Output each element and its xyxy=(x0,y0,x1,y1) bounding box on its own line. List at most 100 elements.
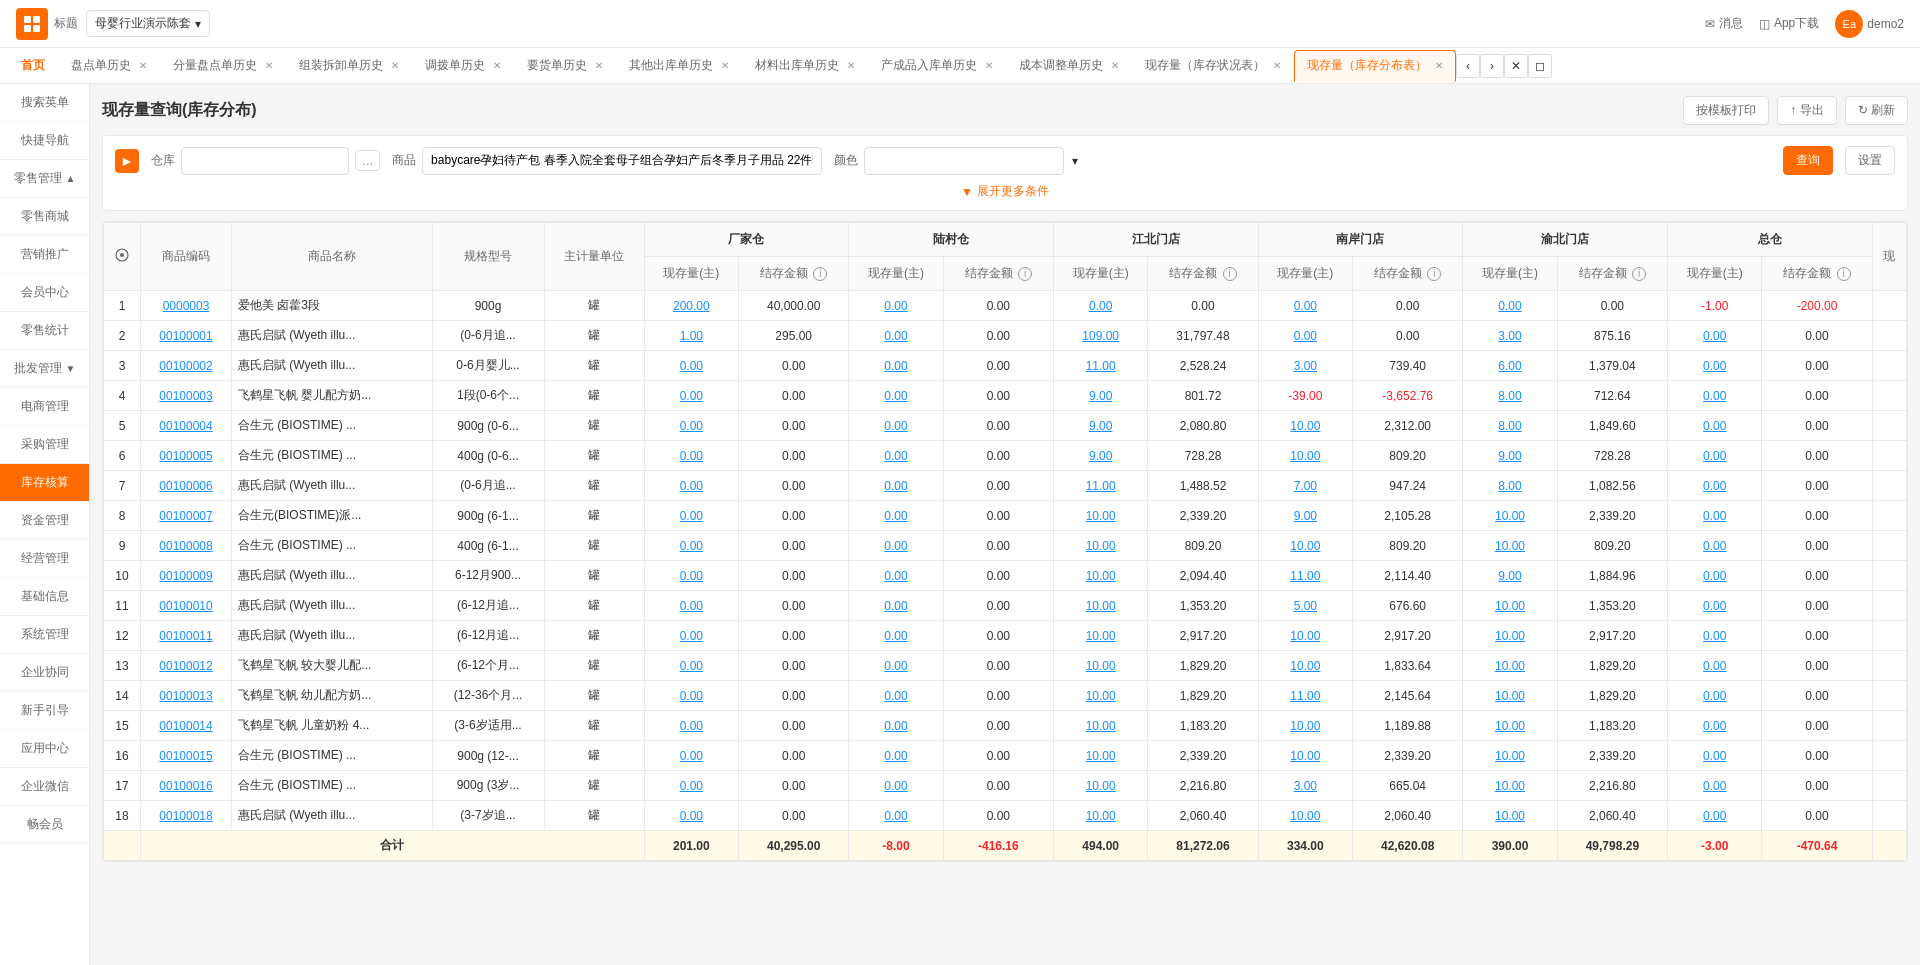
tab-close-icon[interactable]: ✕ xyxy=(265,60,273,71)
cell-value[interactable]: 0.00 xyxy=(644,591,739,621)
cell-value[interactable]: 0.00 xyxy=(1667,471,1762,501)
cell-value[interactable]: 0.00 xyxy=(1667,591,1762,621)
cell-value[interactable]: 200.00 xyxy=(644,291,739,321)
cell-value[interactable]: 10.00 xyxy=(1258,621,1353,651)
cell-value[interactable]: 109.00 xyxy=(1053,321,1148,351)
cell-value[interactable]: 0.00 xyxy=(644,351,739,381)
cell-value[interactable]: 0.00 xyxy=(644,561,739,591)
cell-value[interactable]: 0.00 xyxy=(644,741,739,771)
cell-value[interactable]: 0.00 xyxy=(1667,321,1762,351)
cell-value[interactable]: 0.00 xyxy=(1667,501,1762,531)
cell-value[interactable]: 0.00 xyxy=(849,531,944,561)
cell-value[interactable]: 0.00 xyxy=(1667,351,1762,381)
tab-other-out[interactable]: 其他出库单历史 ✕ xyxy=(616,50,742,82)
cell-value[interactable]: 0.00 xyxy=(849,741,944,771)
sidebar-item-enterprise-collab[interactable]: 企业协同 xyxy=(0,654,89,692)
cell-value[interactable]: 10.00 xyxy=(1258,711,1353,741)
cell-value[interactable]: 10.00 xyxy=(1463,801,1558,831)
cell-value[interactable]: 10.00 xyxy=(1053,621,1148,651)
cell-value[interactable]: 10.00 xyxy=(1053,681,1148,711)
cell-value[interactable]: 10.00 xyxy=(1258,441,1353,471)
cell-value[interactable]: 0.00 xyxy=(849,411,944,441)
sidebar-item-basic-info[interactable]: 基础信息 xyxy=(0,578,89,616)
nanan-amt-info-icon[interactable]: i xyxy=(1427,267,1441,281)
settings-button[interactable]: 设置 xyxy=(1845,146,1895,175)
app-download-item[interactable]: ◫ App下载 xyxy=(1759,15,1819,32)
cell-value[interactable]: 10.00 xyxy=(1463,591,1558,621)
cell-value[interactable]: 10.00 xyxy=(1053,651,1148,681)
cell-value[interactable]: 0.00 xyxy=(849,501,944,531)
cell-value[interactable]: 0.00 xyxy=(644,381,739,411)
tab-expand-btn[interactable]: ◻ xyxy=(1528,54,1552,78)
cell-value[interactable]: 0.00 xyxy=(849,651,944,681)
th-settings[interactable] xyxy=(104,223,141,291)
tab-close-icon[interactable]: ✕ xyxy=(985,60,993,71)
cell-value[interactable]: 0.00 xyxy=(849,291,944,321)
color-input[interactable] xyxy=(864,147,1064,175)
tab-close-icon[interactable]: ✕ xyxy=(493,60,501,71)
sidebar-item-search-hero[interactable]: 搜索英单 xyxy=(0,84,89,122)
tab-close-icon[interactable]: ✕ xyxy=(1111,60,1119,71)
cell-value[interactable]: 10.00 xyxy=(1053,591,1148,621)
cell-value[interactable]: 0.00 xyxy=(1667,771,1762,801)
tab-next-btn[interactable]: › xyxy=(1480,54,1504,78)
cell-value[interactable]: 0.00 xyxy=(644,621,739,651)
cell-value[interactable]: 0.00 xyxy=(1667,681,1762,711)
sidebar-item-wholesale-mgmt[interactable]: 批发管理 ▼ xyxy=(0,350,89,388)
cell-value[interactable]: 0.00 xyxy=(1667,381,1762,411)
query-button[interactable]: 查询 xyxy=(1783,146,1833,175)
cell-value[interactable]: 9.00 xyxy=(1258,501,1353,531)
tab-close-icon[interactable]: ✕ xyxy=(1273,60,1281,71)
cell-value[interactable]: 10.00 xyxy=(1463,621,1558,651)
cell-value[interactable]: 0.00 xyxy=(1667,741,1762,771)
cell-value[interactable]: 10.00 xyxy=(1463,501,1558,531)
sidebar-item-retail-stats[interactable]: 零售统计 xyxy=(0,312,89,350)
tab-close-icon[interactable]: ✕ xyxy=(1435,60,1443,71)
tab-combo[interactable]: 组装拆卸单历史 ✕ xyxy=(286,50,412,82)
cell-value[interactable]: 0.00 xyxy=(849,561,944,591)
sidebar-item-enterprise-wechat[interactable]: 企业微信 xyxy=(0,768,89,806)
tab-close-all-btn[interactable]: ✕ xyxy=(1504,54,1528,78)
cell-value[interactable]: 6.00 xyxy=(1463,351,1558,381)
cell-value[interactable]: 9.00 xyxy=(1053,411,1148,441)
cell-value[interactable]: 8.00 xyxy=(1463,381,1558,411)
cell-value[interactable]: 0.00 xyxy=(1463,291,1558,321)
cell-value[interactable]: 10.00 xyxy=(1053,801,1148,831)
cell-value[interactable]: 5.00 xyxy=(1258,591,1353,621)
cell-value[interactable]: 0.00 xyxy=(849,471,944,501)
tab-requisition[interactable]: 要货单历史 ✕ xyxy=(514,50,616,82)
tab-home[interactable]: 首页 xyxy=(8,50,58,82)
cell-value[interactable]: 0.00 xyxy=(849,711,944,741)
message-item[interactable]: ✉ 消息 xyxy=(1705,15,1743,32)
brand-select[interactable]: 母婴行业演示陈套 ▾ xyxy=(86,10,210,37)
cell-value[interactable]: 10.00 xyxy=(1258,411,1353,441)
cell-value[interactable]: 10.00 xyxy=(1258,651,1353,681)
cell-value[interactable]: 0.00 xyxy=(849,621,944,651)
tab-transfer[interactable]: 调拨单历史 ✕ xyxy=(412,50,514,82)
product-input[interactable] xyxy=(422,147,822,175)
cell-value[interactable]: -39.00 xyxy=(1258,381,1353,411)
tab-prev-btn[interactable]: ‹ xyxy=(1456,54,1480,78)
cell-value[interactable]: 9.00 xyxy=(1053,441,1148,471)
cell-value[interactable]: 0.00 xyxy=(644,771,739,801)
cell-value[interactable]: 10.00 xyxy=(1053,501,1148,531)
sidebar-item-member-center[interactable]: 会员中心 xyxy=(0,274,89,312)
export-button[interactable]: ↑ 导出 xyxy=(1777,96,1836,125)
tab-close-icon[interactable]: ✕ xyxy=(595,60,603,71)
cell-value[interactable]: 0.00 xyxy=(849,351,944,381)
factory-amt-info-icon[interactable]: i xyxy=(813,267,827,281)
cell-value[interactable]: 9.00 xyxy=(1053,381,1148,411)
cell-value[interactable]: 0.00 xyxy=(1667,441,1762,471)
tab-stock-dist[interactable]: 现存量（库存分布表） ✕ xyxy=(1294,50,1456,82)
sidebar-item-purchase[interactable]: 采购管理 xyxy=(0,426,89,464)
cell-value[interactable]: 8.00 xyxy=(1463,411,1558,441)
search-collapse-btn[interactable]: ► xyxy=(115,149,139,173)
tab-branch-stock[interactable]: 分量盘点单历史 ✕ xyxy=(160,50,286,82)
cell-value[interactable]: 8.00 xyxy=(1463,471,1558,501)
cell-value[interactable]: 0.00 xyxy=(849,591,944,621)
cell-value[interactable]: 0.00 xyxy=(1667,651,1762,681)
cell-value[interactable]: 1.00 xyxy=(644,321,739,351)
tab-stock-history[interactable]: 盘点单历史 ✕ xyxy=(58,50,160,82)
sidebar-item-sys-mgmt[interactable]: 系统管理 xyxy=(0,616,89,654)
cell-value[interactable]: 0.00 xyxy=(1667,561,1762,591)
